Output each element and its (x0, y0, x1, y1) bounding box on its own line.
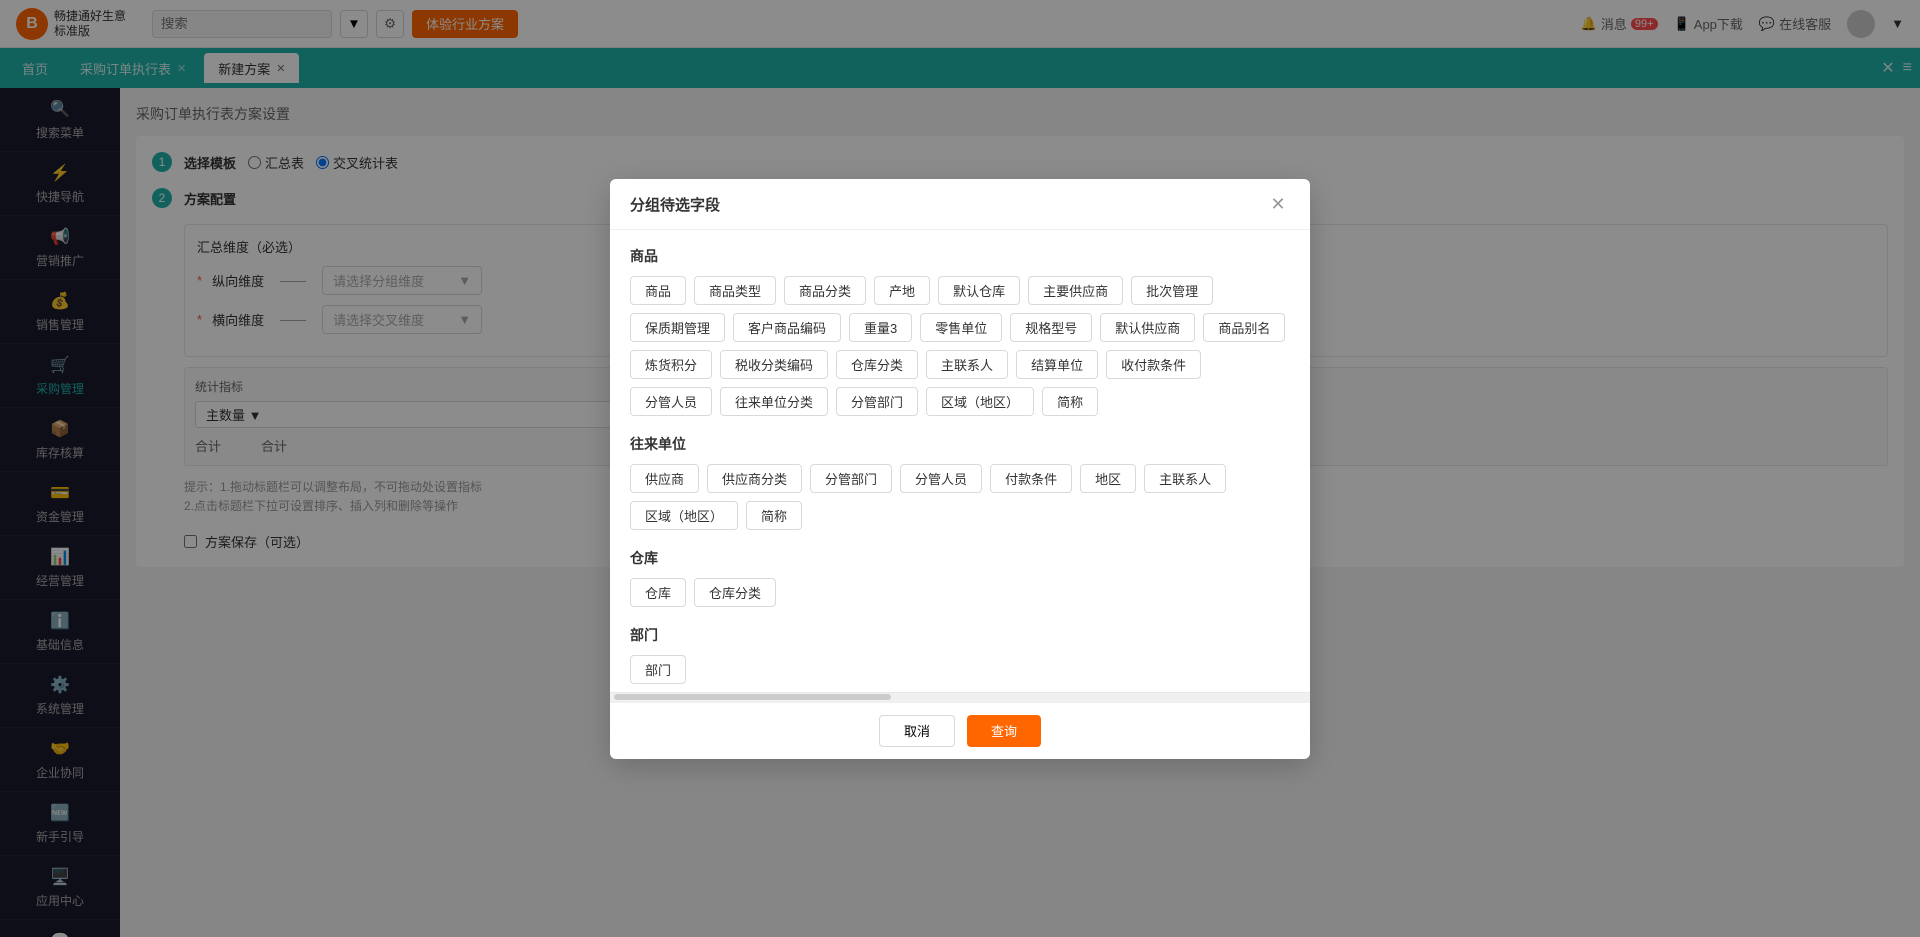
section-goods-title: 商品 (630, 246, 1290, 266)
field-chip[interactable]: 区域（地区） (630, 501, 738, 530)
field-chip[interactable]: 默认仓库 (938, 276, 1020, 305)
field-chip[interactable]: 商品 (630, 276, 686, 305)
field-chip[interactable]: 炼货积分 (630, 350, 712, 379)
field-chip[interactable]: 重量3 (849, 313, 912, 342)
section-goods: 商品 商品商品类型商品分类产地默认仓库主要供应商批次管理保质期管理客户商品编码重… (630, 246, 1290, 416)
field-chip[interactable]: 主要供应商 (1028, 276, 1123, 305)
section-goods-chips: 商品商品类型商品分类产地默认仓库主要供应商批次管理保质期管理客户商品编码重量3 零… (630, 276, 1290, 416)
field-chip[interactable]: 简称 (1042, 387, 1098, 416)
field-chip[interactable]: 分管人员 (630, 387, 712, 416)
field-chip[interactable]: 批次管理 (1131, 276, 1213, 305)
section-dept: 部门 部门 (630, 625, 1290, 684)
section-dept-chips: 部门 (630, 655, 1290, 684)
field-chip[interactable]: 仓库分类 (694, 578, 776, 607)
modal-hscroll-bar (614, 694, 891, 700)
section-partner-title: 往来单位 (630, 434, 1290, 454)
field-chip[interactable]: 付款条件 (990, 464, 1072, 493)
section-partner-chips: 供应商供应商分类分管部门分管人员付款条件地区主联系人区域（地区） 简称 (630, 464, 1290, 530)
modal-body: 商品 商品商品类型商品分类产地默认仓库主要供应商批次管理保质期管理客户商品编码重… (610, 230, 1310, 692)
field-chip[interactable]: 结算单位 (1016, 350, 1098, 379)
modal-header: 分组待选字段 ✕ (610, 179, 1310, 230)
field-chip[interactable]: 供应商 (630, 464, 699, 493)
field-chip[interactable]: 商品别名 (1203, 313, 1285, 342)
field-chip[interactable]: 收付款条件 (1106, 350, 1201, 379)
field-chip[interactable]: 税收分类编码 (720, 350, 828, 379)
field-chip[interactable]: 往来单位分类 (720, 387, 828, 416)
field-chip[interactable]: 分管人员 (900, 464, 982, 493)
field-chip[interactable]: 地区 (1080, 464, 1136, 493)
modal-footer: 取消 查询 (610, 702, 1310, 759)
modal-hscroll (610, 692, 1310, 702)
section-warehouse: 仓库 仓库仓库分类 (630, 548, 1290, 607)
field-select-modal: 分组待选字段 ✕ 商品 商品商品类型商品分类产地默认仓库主要供应商批次管理保质期… (610, 179, 1310, 759)
section-warehouse-chips: 仓库仓库分类 (630, 578, 1290, 607)
field-chip[interactable]: 默认供应商 (1100, 313, 1195, 342)
field-chip[interactable]: 商品类型 (694, 276, 776, 305)
field-chip[interactable]: 保质期管理 (630, 313, 725, 342)
field-chip[interactable]: 部门 (630, 655, 686, 684)
field-chip[interactable]: 分管部门 (810, 464, 892, 493)
field-chip[interactable]: 规格型号 (1010, 313, 1092, 342)
modal-title: 分组待选字段 (630, 194, 720, 215)
field-chip[interactable]: 仓库分类 (836, 350, 918, 379)
field-chip[interactable]: 区域（地区） (926, 387, 1034, 416)
section-partner: 往来单位 供应商供应商分类分管部门分管人员付款条件地区主联系人区域（地区） 简称 (630, 434, 1290, 530)
modal-cancel-button[interactable]: 取消 (879, 715, 955, 747)
field-chip[interactable]: 商品分类 (784, 276, 866, 305)
field-chip[interactable]: 产地 (874, 276, 930, 305)
field-chip[interactable]: 仓库 (630, 578, 686, 607)
modal-confirm-button[interactable]: 查询 (967, 715, 1041, 747)
modal-overlay: 分组待选字段 ✕ 商品 商品商品类型商品分类产地默认仓库主要供应商批次管理保质期… (0, 0, 1920, 937)
field-chip[interactable]: 分管部门 (836, 387, 918, 416)
field-chip[interactable]: 主联系人 (1144, 464, 1226, 493)
modal-close-button[interactable]: ✕ (1266, 193, 1290, 217)
section-dept-title: 部门 (630, 625, 1290, 645)
field-chip[interactable]: 简称 (746, 501, 802, 530)
field-chip[interactable]: 供应商分类 (707, 464, 802, 493)
field-chip[interactable]: 客户商品编码 (733, 313, 841, 342)
section-warehouse-title: 仓库 (630, 548, 1290, 568)
field-chip[interactable]: 零售单位 (920, 313, 1002, 342)
field-chip[interactable]: 主联系人 (926, 350, 1008, 379)
